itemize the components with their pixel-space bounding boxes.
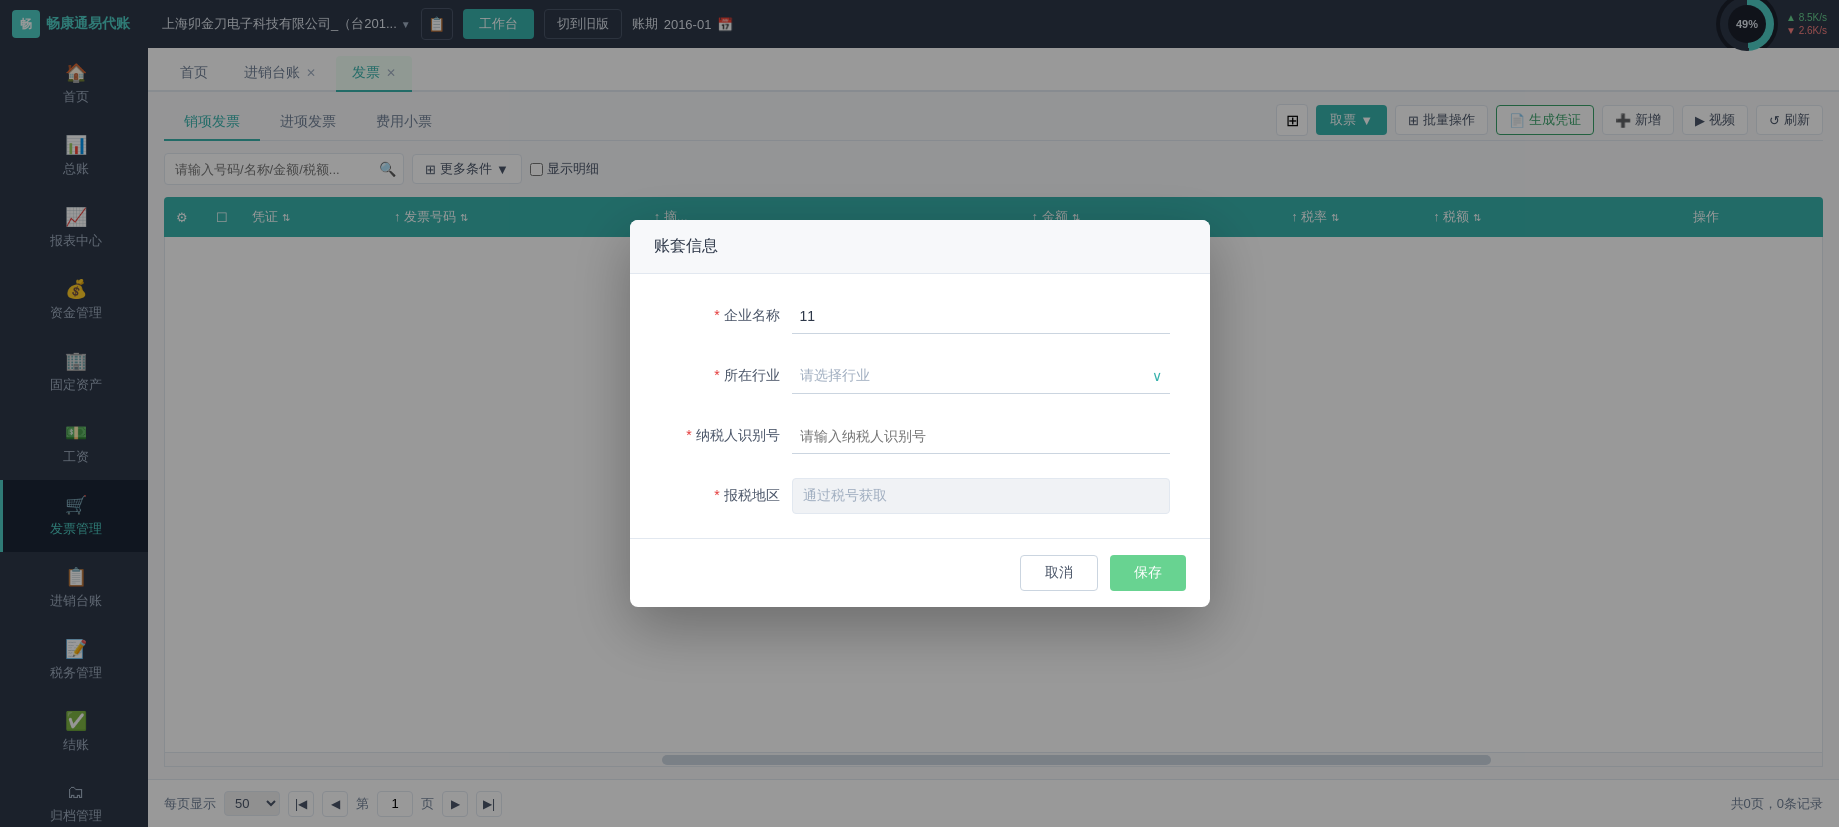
tax-id-input[interactable] <box>792 418 1170 454</box>
dialog-header: 账套信息 <box>630 220 1210 274</box>
industry-dropdown-icon: ∨ <box>1152 368 1162 384</box>
dialog-footer: 取消 保存 <box>630 538 1210 607</box>
industry-row: * 所在行业 请选择行业 ∨ <box>670 358 1170 394</box>
cancel-button[interactable]: 取消 <box>1020 555 1098 591</box>
account-info-dialog: 账套信息 * 企业名称 * 所在行业 请选择行业 ∨ <box>630 220 1210 607</box>
industry-label: * 所在行业 <box>670 367 780 385</box>
company-name-label: * 企业名称 <box>670 307 780 325</box>
dialog-title: 账套信息 <box>654 237 718 254</box>
required-marker-4: * <box>714 487 719 503</box>
required-marker-3: * <box>686 427 691 443</box>
industry-placeholder: 请选择行业 <box>800 367 1152 385</box>
tax-region-row: * 报税地区 通过税号获取 <box>670 478 1170 514</box>
save-button[interactable]: 保存 <box>1110 555 1186 591</box>
company-name-input[interactable] <box>792 298 1170 334</box>
industry-select[interactable]: 请选择行业 ∨ <box>792 358 1170 394</box>
tax-id-label: * 纳税人识别号 <box>670 427 780 445</box>
tax-region-input: 通过税号获取 <box>792 478 1170 514</box>
required-marker-2: * <box>714 367 719 383</box>
tax-region-label: * 报税地区 <box>670 487 780 505</box>
modal-overlay[interactable]: 账套信息 * 企业名称 * 所在行业 请选择行业 ∨ <box>0 0 1839 827</box>
tax-id-row: * 纳税人识别号 <box>670 418 1170 454</box>
dialog-body: * 企业名称 * 所在行业 请选择行业 ∨ * <box>630 274 1210 538</box>
tax-region-placeholder: 通过税号获取 <box>803 487 887 505</box>
company-name-row: * 企业名称 <box>670 298 1170 334</box>
required-marker: * <box>714 307 719 323</box>
